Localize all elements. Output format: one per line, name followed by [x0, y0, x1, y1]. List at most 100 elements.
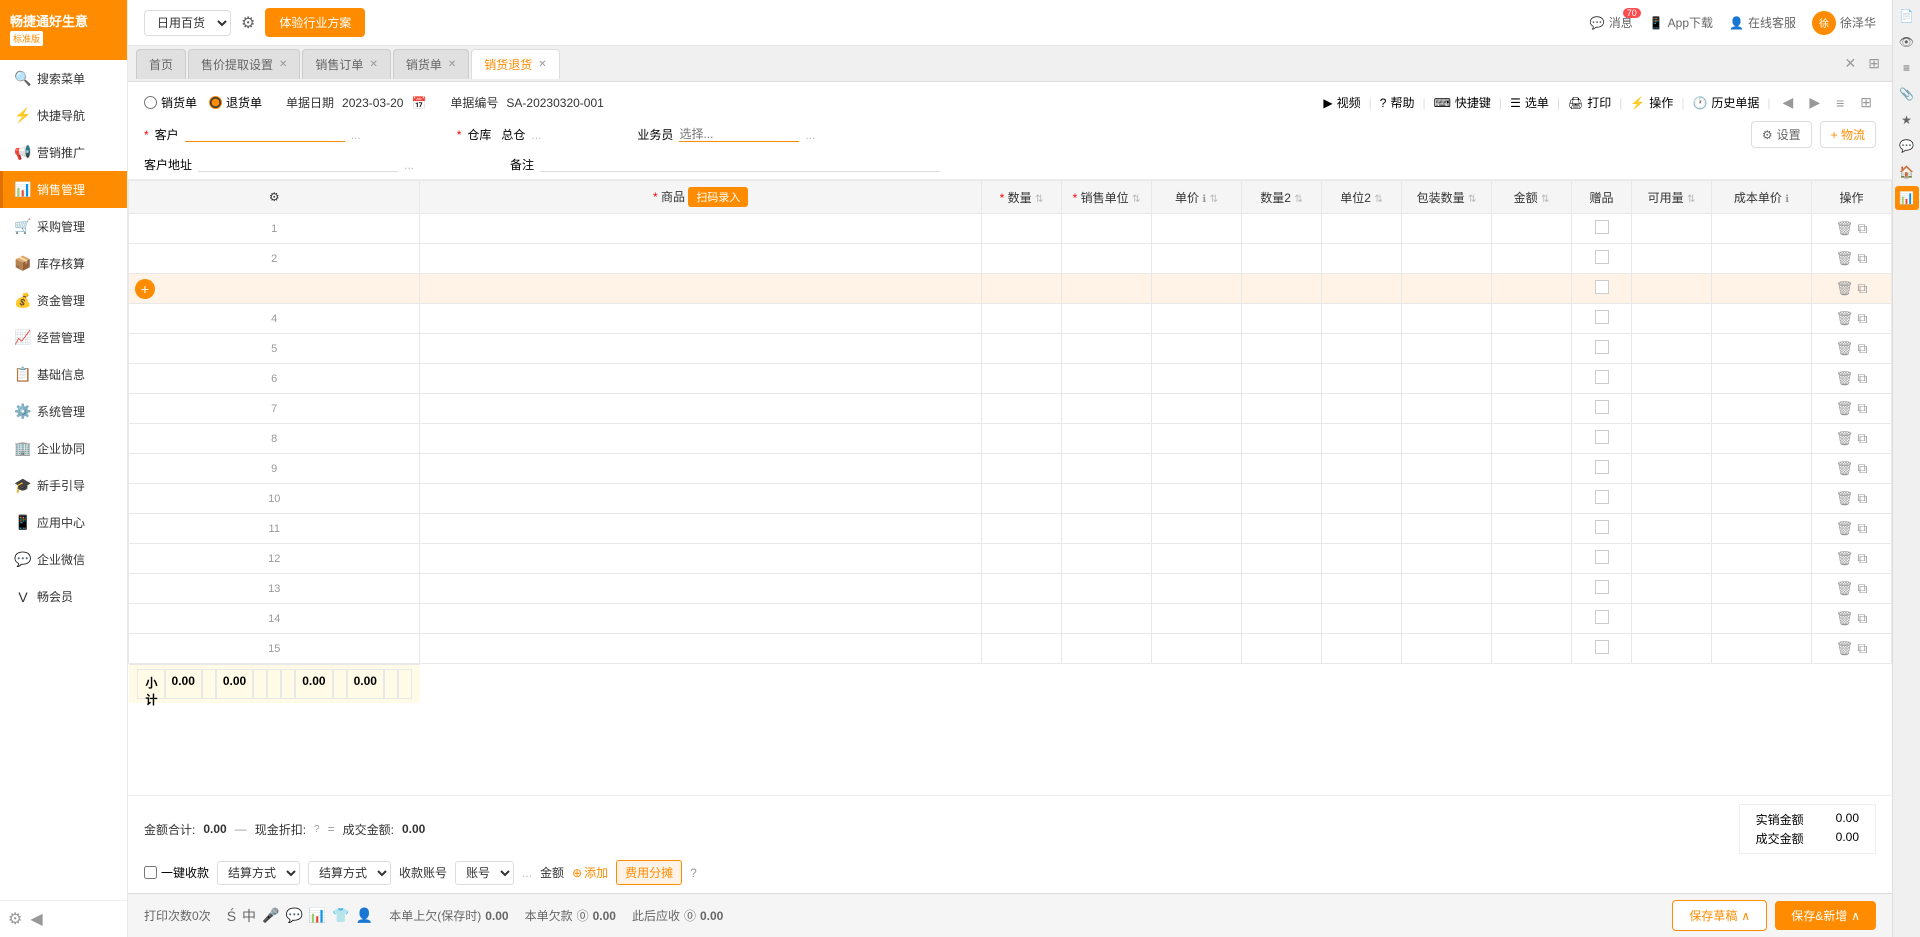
- pack_qty-cell[interactable]: [1402, 514, 1492, 544]
- topbar-online-service[interactable]: 👤 在线客服: [1729, 14, 1796, 31]
- sidebar-item-basic[interactable]: 📋 基础信息: [0, 356, 127, 393]
- amount-cell[interactable]: [1492, 274, 1572, 304]
- qty2-cell[interactable]: [1242, 484, 1322, 514]
- customer-dots[interactable]: ...: [351, 128, 361, 142]
- gift-cell[interactable]: [1572, 274, 1632, 304]
- amount-cell[interactable]: [1492, 514, 1572, 544]
- row-copy-button[interactable]: ⧉: [1855, 640, 1869, 657]
- sidebar-item-quick-nav[interactable]: ⚡ 快捷导航: [0, 97, 127, 134]
- unit-cell[interactable]: [1062, 334, 1152, 364]
- unit-cell[interactable]: [1062, 574, 1152, 604]
- row-copy-button[interactable]: ⧉: [1855, 280, 1869, 297]
- price-cell[interactable]: [1152, 454, 1242, 484]
- qty2-cell[interactable]: [1242, 544, 1322, 574]
- available-cell[interactable]: [1632, 634, 1712, 664]
- product-cell[interactable]: [420, 544, 982, 574]
- amount-cell[interactable]: [1492, 544, 1572, 574]
- product-cell[interactable]: [420, 334, 982, 364]
- pack_qty-cell[interactable]: [1402, 574, 1492, 604]
- gift-checkbox[interactable]: [1595, 370, 1609, 384]
- tab-price-setting[interactable]: 售价提取设置 ✕: [188, 49, 300, 79]
- s-icon[interactable]: Ś: [227, 908, 236, 924]
- product-cell[interactable]: [420, 454, 982, 484]
- tab-sales-return[interactable]: 销货退货 ✕: [471, 49, 559, 79]
- view-list-icon[interactable]: ≡: [1832, 93, 1848, 113]
- unit2-cell[interactable]: [1322, 634, 1402, 664]
- gift-checkbox[interactable]: [1595, 310, 1609, 324]
- toolbar-help[interactable]: ? 帮助: [1380, 94, 1415, 111]
- sidebar-item-wechat[interactable]: 💬 企业微信: [0, 541, 127, 578]
- settings-button[interactable]: ⚙ 设置: [1751, 121, 1812, 148]
- gift-checkbox[interactable]: [1595, 280, 1609, 294]
- gift-checkbox[interactable]: [1595, 460, 1609, 474]
- amount-cell[interactable]: [1492, 394, 1572, 424]
- row-copy-button[interactable]: ⧉: [1855, 220, 1869, 237]
- toolbar-select[interactable]: ☰ 选单: [1510, 94, 1549, 111]
- remark-input[interactable]: [540, 157, 940, 172]
- table-settings-icon[interactable]: ⚙: [269, 190, 280, 204]
- qty-cell[interactable]: [982, 334, 1062, 364]
- row-copy-button[interactable]: ⧉: [1855, 580, 1869, 597]
- topbar-gear-icon[interactable]: ⚙: [241, 13, 255, 33]
- tab-close-all[interactable]: ✕: [1841, 53, 1861, 74]
- price-sort-icon[interactable]: ⇅: [1210, 194, 1218, 205]
- toolbar-shortcut[interactable]: ⌨ 快捷键: [1434, 94, 1491, 111]
- calc-detail-select[interactable]: 结算方式: [308, 861, 391, 885]
- mic-icon[interactable]: 🎤: [262, 907, 279, 924]
- price-cell[interactable]: [1152, 574, 1242, 604]
- qty2-cell[interactable]: [1242, 394, 1322, 424]
- amount-cell[interactable]: [1492, 634, 1572, 664]
- product-cell[interactable]: [420, 274, 982, 304]
- amount-cell[interactable]: [1492, 604, 1572, 634]
- pack_qty-cell[interactable]: [1402, 604, 1492, 634]
- sidebar-item-sales[interactable]: 📊 销售管理: [0, 171, 127, 208]
- qty-cell[interactable]: [982, 454, 1062, 484]
- row-delete-button[interactable]: 🗑: [1834, 400, 1856, 417]
- row-delete-button[interactable]: 🗑: [1834, 640, 1856, 657]
- available-sort-icon[interactable]: ⇅: [1687, 194, 1695, 205]
- gift-cell[interactable]: [1572, 574, 1632, 604]
- available-cell[interactable]: [1632, 364, 1712, 394]
- gift-cell[interactable]: [1572, 634, 1632, 664]
- row-copy-button[interactable]: ⧉: [1855, 340, 1869, 357]
- amount-cell[interactable]: [1492, 484, 1572, 514]
- salesperson-input[interactable]: [679, 127, 799, 142]
- gift-cell[interactable]: [1572, 304, 1632, 334]
- calc-method-select[interactable]: 结算方式: [217, 861, 300, 885]
- gift-checkbox[interactable]: [1595, 580, 1609, 594]
- sidebar-item-inventory[interactable]: 📦 库存核算: [0, 245, 127, 282]
- product-input[interactable]: [426, 282, 975, 296]
- amount-cell[interactable]: [1492, 574, 1572, 604]
- right-panel-eye[interactable]: 👁: [1895, 30, 1919, 54]
- cost_price-cell[interactable]: [1712, 484, 1812, 514]
- product-cell[interactable]: [420, 514, 982, 544]
- available-cell[interactable]: [1632, 274, 1712, 304]
- right-panel-star[interactable]: ★: [1895, 108, 1919, 132]
- row-delete-button[interactable]: 🗑: [1834, 430, 1856, 447]
- gift-cell[interactable]: [1572, 244, 1632, 274]
- pack_qty-cell[interactable]: [1402, 544, 1492, 574]
- unit2-cell[interactable]: [1322, 454, 1402, 484]
- product-cell[interactable]: [420, 394, 982, 424]
- unit-cell[interactable]: [1062, 394, 1152, 424]
- qty-sort-icon[interactable]: ⇅: [1035, 194, 1043, 205]
- qty-cell[interactable]: [982, 364, 1062, 394]
- chat-icon[interactable]: 💬: [285, 907, 302, 924]
- row-delete-button[interactable]: 🗑: [1834, 310, 1856, 327]
- amount-cell[interactable]: [1492, 424, 1572, 454]
- radio-delivery-input[interactable]: [144, 96, 157, 109]
- address-input[interactable]: [198, 157, 398, 172]
- gift-checkbox[interactable]: [1595, 400, 1609, 414]
- price-cell[interactable]: [1152, 244, 1242, 274]
- price-cell[interactable]: [1152, 214, 1242, 244]
- price-cell[interactable]: [1152, 634, 1242, 664]
- row-delete-button[interactable]: 🗑: [1834, 370, 1856, 387]
- topbar-message[interactable]: 💬 消息 70: [1590, 14, 1633, 31]
- save-new-button[interactable]: 保存&新增 ∧: [1775, 901, 1876, 930]
- gift-cell[interactable]: [1572, 604, 1632, 634]
- product-cell[interactable]: [420, 574, 982, 604]
- price-cell[interactable]: [1152, 514, 1242, 544]
- right-panel-attach[interactable]: 📎: [1895, 82, 1919, 106]
- gift-checkbox[interactable]: [1595, 490, 1609, 504]
- row-delete-button[interactable]: 🗑: [1834, 610, 1856, 627]
